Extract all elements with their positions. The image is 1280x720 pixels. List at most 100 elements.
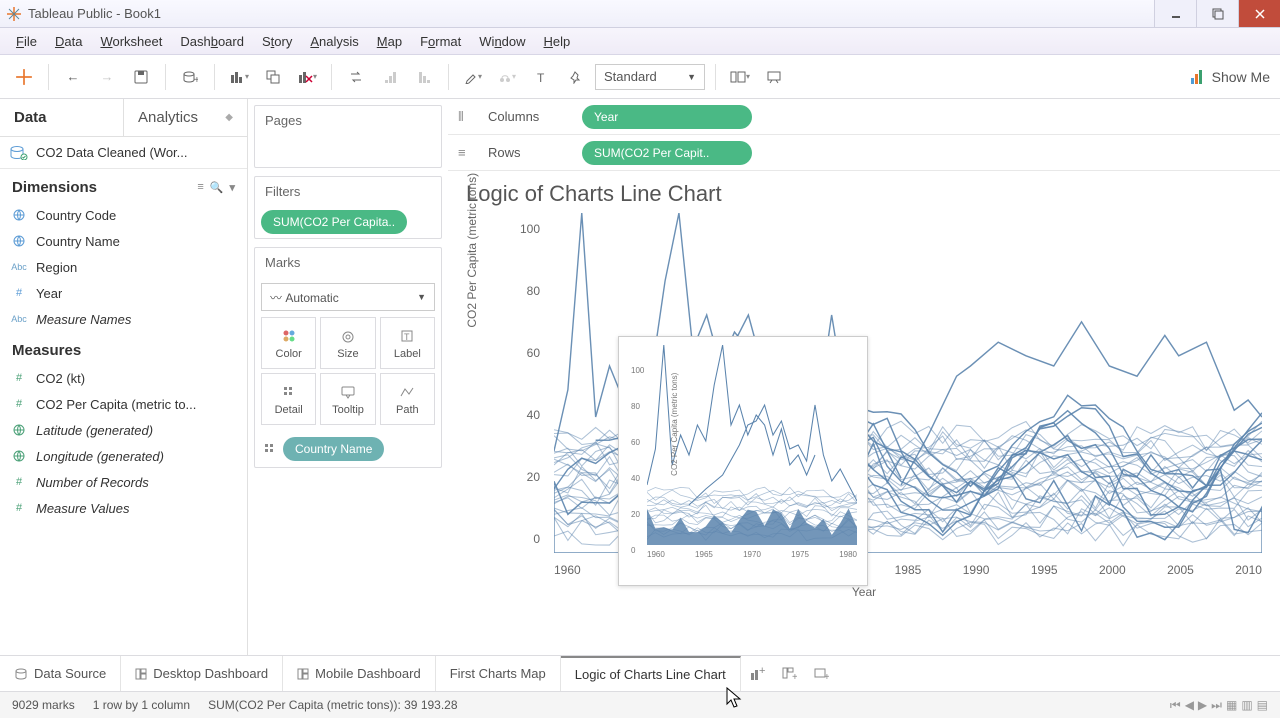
tableau-icon[interactable]: [10, 63, 38, 91]
columns-shelf[interactable]: ⦀ Columns Year: [448, 99, 1280, 135]
columns-pill[interactable]: Year: [582, 105, 752, 129]
shelves-pane: Pages Filters SUM(CO2 Per Capita.. Marks…: [248, 99, 448, 655]
nav-last-icon[interactable]: ⏭: [1211, 698, 1222, 713]
field-row[interactable]: Latitude (generated): [0, 417, 247, 443]
new-dashboard-tab-icon[interactable]: +: [773, 666, 805, 682]
show-me-button[interactable]: Show Me: [1190, 69, 1270, 85]
nav-prev-icon[interactable]: ◀: [1185, 698, 1194, 713]
field-name: Region: [36, 260, 77, 275]
status-marks: 9029 marks: [12, 698, 75, 712]
nav-grid-icon[interactable]: ▦: [1226, 698, 1237, 713]
sort-desc-icon[interactable]: [410, 63, 438, 91]
globe-icon: [10, 235, 28, 247]
svg-text:+: +: [792, 672, 797, 682]
new-worksheet-tab-icon[interactable]: +: [741, 666, 773, 682]
menu-window[interactable]: Window: [471, 31, 533, 52]
filter-pill[interactable]: SUM(CO2 Per Capita..: [261, 210, 407, 234]
rows-shelf[interactable]: ≡ Rows SUM(CO2 Per Capit..: [448, 135, 1280, 171]
maximize-button[interactable]: [1196, 0, 1238, 27]
mark-detail[interactable]: Detail: [261, 373, 316, 425]
x-axis-label: Year: [466, 585, 1262, 599]
field-row[interactable]: Longitude (generated): [0, 443, 247, 469]
marks-type-dropdown[interactable]: 〰 Automatic▼: [261, 283, 435, 311]
menu-analysis[interactable]: Analysis: [302, 31, 366, 52]
swap-icon[interactable]: [342, 63, 370, 91]
rows-pill[interactable]: SUM(CO2 Per Capit..: [582, 141, 752, 165]
tab-first-charts-map[interactable]: First Charts Map: [436, 656, 561, 691]
redo-button[interactable]: →: [93, 63, 121, 91]
nav-first-icon[interactable]: ⏮: [1170, 698, 1181, 713]
sort-asc-icon[interactable]: [376, 63, 404, 91]
analytics-tab[interactable]: Analytics◆: [123, 99, 247, 136]
field-name: Longitude (generated): [36, 449, 164, 464]
field-row[interactable]: AbcMeasure Names: [0, 306, 247, 332]
new-datasource-button[interactable]: +: [176, 63, 204, 91]
tableau-logo-icon: [6, 6, 22, 22]
mark-label[interactable]: TLabel: [380, 317, 435, 369]
menu-story[interactable]: Story: [254, 31, 300, 52]
menu-file[interactable]: File: [8, 31, 45, 52]
mark-path[interactable]: Path: [380, 373, 435, 425]
menu-dashboard[interactable]: Dashboard: [172, 31, 252, 52]
filters-card[interactable]: Filters SUM(CO2 Per Capita..: [254, 176, 442, 239]
search-fields-icon[interactable]: 🔍: [210, 181, 224, 194]
tab-logic-line-chart[interactable]: Logic of Charts Line Chart: [561, 656, 741, 691]
field-row[interactable]: #CO2 Per Capita (metric to...: [0, 391, 247, 417]
menu-map[interactable]: Map: [369, 31, 410, 52]
field-row[interactable]: #Number of Records: [0, 469, 247, 495]
tab-mobile-dashboard[interactable]: Mobile Dashboard: [283, 656, 436, 691]
group-icon[interactable]: ▾: [493, 63, 521, 91]
mark-color[interactable]: Color: [261, 317, 316, 369]
hash-icon: #: [10, 398, 28, 410]
pin-icon[interactable]: [561, 63, 589, 91]
nav-next-icon[interactable]: ▶: [1198, 698, 1207, 713]
rows-icon: ≡: [458, 145, 474, 160]
pages-card[interactable]: Pages: [254, 105, 442, 168]
undo-button[interactable]: ←: [59, 63, 87, 91]
title-bar: Tableau Public - Book1: [0, 0, 1280, 28]
columns-icon: ⦀: [458, 109, 474, 125]
fit-dropdown[interactable]: Standard▼: [595, 64, 705, 90]
mark-tooltip[interactable]: Tooltip: [320, 373, 375, 425]
field-row[interactable]: #CO2 (kt): [0, 365, 247, 391]
field-row[interactable]: #Measure Values: [0, 495, 247, 521]
chart-title[interactable]: Logic of Charts Line Chart: [466, 181, 1262, 207]
cards-icon[interactable]: ▾: [726, 63, 754, 91]
clear-sheet-icon[interactable]: ▾: [293, 63, 321, 91]
field-name: Country Code: [36, 208, 116, 223]
menu-format[interactable]: Format: [412, 31, 469, 52]
menu-data[interactable]: Data: [47, 31, 90, 52]
fields-menu-icon[interactable]: ▾: [229, 181, 235, 194]
presentation-icon[interactable]: [760, 63, 788, 91]
y-axis-label: CO2 Per Capita (metric tons): [465, 173, 479, 328]
duplicate-icon[interactable]: [259, 63, 287, 91]
dimensions-header: Dimensions ≡🔍▾: [0, 169, 247, 202]
field-row[interactable]: AbcRegion: [0, 254, 247, 280]
close-button[interactable]: [1238, 0, 1280, 27]
tab-datasource[interactable]: Data Source: [0, 656, 121, 691]
menu-help[interactable]: Help: [536, 31, 579, 52]
minimize-button[interactable]: [1154, 0, 1196, 27]
field-row[interactable]: Country Code: [0, 202, 247, 228]
view-toggle-icon[interactable]: ≡: [197, 181, 203, 194]
new-worksheet-icon[interactable]: ▾: [225, 63, 253, 91]
tab-desktop-dashboard[interactable]: Desktop Dashboard: [121, 656, 283, 691]
label-icon[interactable]: T: [527, 63, 555, 91]
status-layout: 1 row by 1 column: [93, 698, 190, 712]
highlight-icon[interactable]: ▾: [459, 63, 487, 91]
dashboard-icon: [297, 668, 309, 680]
menu-worksheet[interactable]: Worksheet: [92, 31, 170, 52]
save-button[interactable]: [127, 63, 155, 91]
field-row[interactable]: Country Name: [0, 228, 247, 254]
nav-tabs-icon[interactable]: ▥: [1241, 698, 1252, 713]
mark-size[interactable]: Size: [320, 317, 375, 369]
datasource-row[interactable]: CO2 Data Cleaned (Wor...: [0, 137, 247, 169]
field-row[interactable]: #Year: [0, 280, 247, 306]
data-tab[interactable]: Data: [0, 99, 123, 136]
nav-sort-icon[interactable]: ▤: [1257, 698, 1268, 713]
menu-bar: File Data Worksheet Dashboard Story Anal…: [0, 28, 1280, 55]
hash-icon: #: [10, 287, 28, 299]
new-story-tab-icon[interactable]: +: [805, 666, 837, 682]
detail-pill[interactable]: Country Name: [283, 437, 384, 461]
globe-icon: [10, 209, 28, 221]
